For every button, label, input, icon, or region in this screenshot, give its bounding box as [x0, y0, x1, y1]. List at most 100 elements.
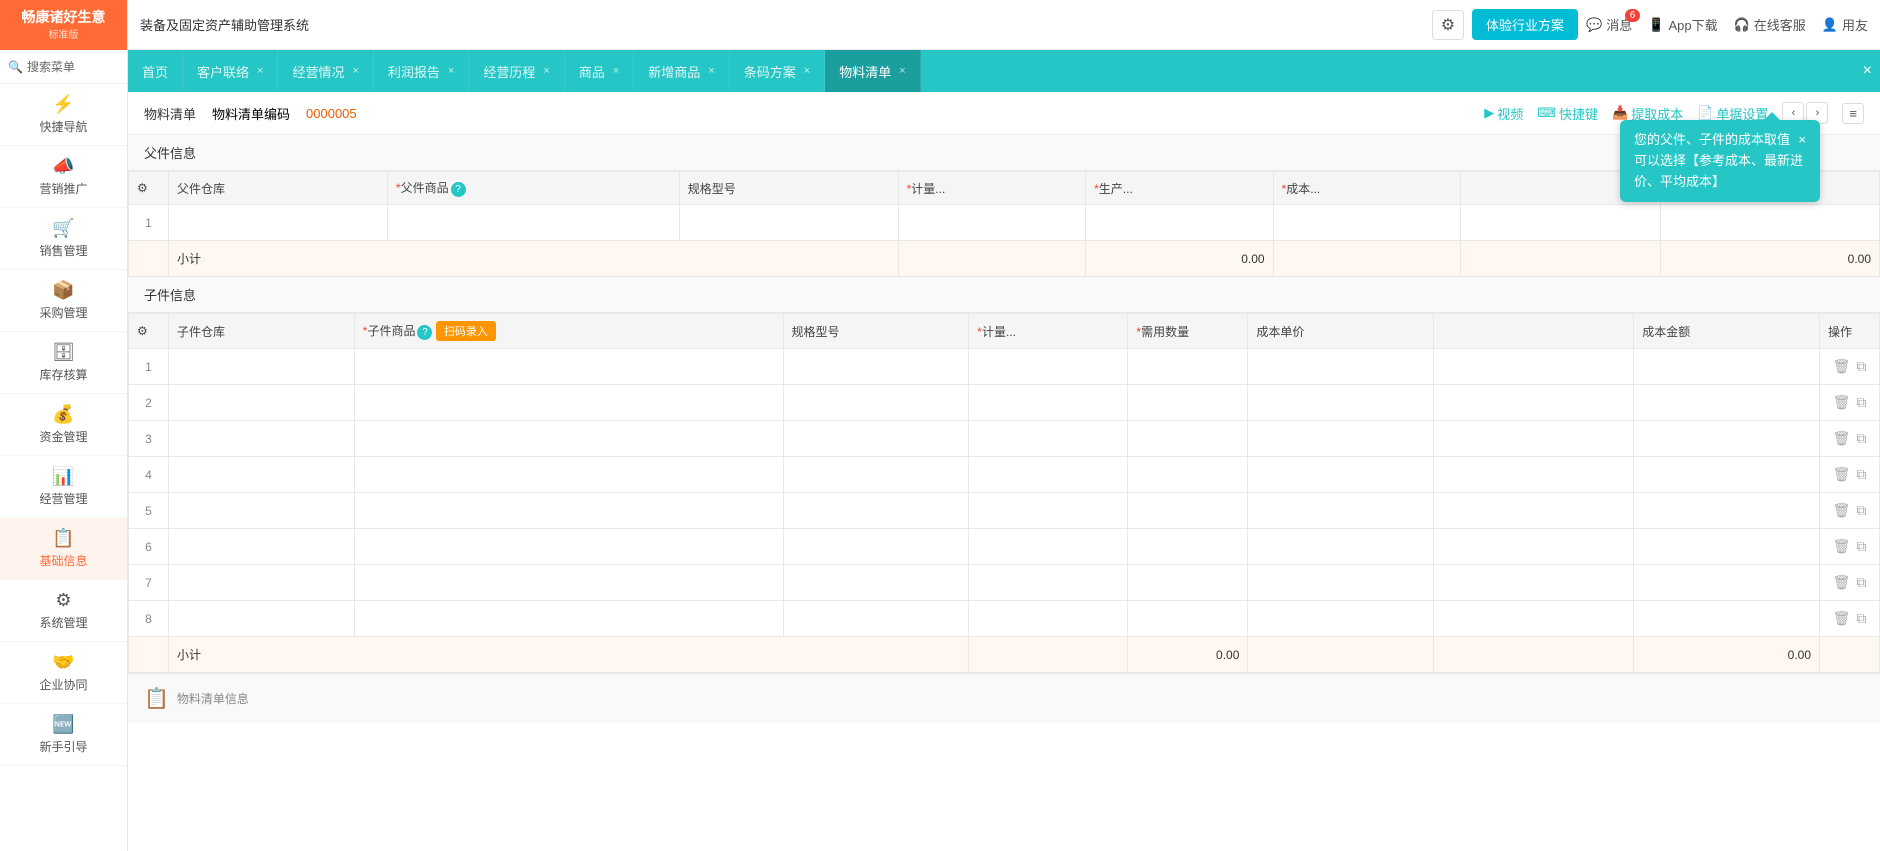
child-row-3-qty[interactable] — [1128, 421, 1248, 457]
child-row-7-warehouse[interactable] — [169, 565, 355, 601]
sidebar-item-enterprise[interactable]: 🤝 企业协同 — [0, 642, 127, 704]
view-action[interactable]: ▶ 视频 — [1484, 104, 1523, 123]
search-menu[interactable]: 🔍 搜索菜单 — [0, 50, 127, 84]
copy-icon-8[interactable]: ⧉ — [1856, 610, 1866, 627]
parent-col-settings[interactable]: ⚙ — [129, 172, 169, 205]
child-row-7-unit-cost[interactable] — [1248, 565, 1434, 601]
shortcut-action[interactable]: ⌨ 快捷键 — [1537, 104, 1598, 123]
child-row-7-unit[interactable] — [969, 565, 1128, 601]
sidebar-item-operations[interactable]: 📊 经营管理 — [0, 456, 127, 518]
child-row-4-warehouse[interactable] — [169, 457, 355, 493]
close-all-tabs-button[interactable]: × — [1855, 62, 1880, 80]
child-row-8-qty[interactable] — [1128, 601, 1248, 637]
child-col-settings[interactable]: ⚙ — [129, 314, 169, 349]
tab-history-close[interactable]: × — [543, 65, 549, 77]
sidebar-item-sales[interactable]: 🛒 销售管理 — [0, 208, 127, 270]
child-row-6-goods[interactable] — [354, 529, 783, 565]
list-view-button[interactable]: ≡ — [1842, 103, 1864, 124]
sidebar-item-system[interactable]: ⚙ 系统管理 — [0, 580, 127, 642]
tab-operations[interactable]: 经营情况 × — [278, 50, 373, 92]
scan-input-button[interactable]: 扫码录入 — [436, 321, 496, 341]
child-row-5-warehouse[interactable] — [169, 493, 355, 529]
copy-icon-6[interactable]: ⧉ — [1856, 538, 1866, 555]
sidebar-item-guide[interactable]: 🆕 新手引导 — [0, 704, 127, 766]
child-row-5-unit[interactable] — [969, 493, 1128, 529]
parent-goods-info-icon[interactable]: ? — [451, 182, 466, 197]
sidebar-item-inventory[interactable]: 🗄 库存核算 — [0, 332, 127, 394]
child-row-4-unit-cost[interactable] — [1248, 457, 1434, 493]
child-row-4-unit[interactable] — [969, 457, 1128, 493]
tab-profit-close[interactable]: × — [448, 65, 454, 77]
child-row-4-goods[interactable] — [354, 457, 783, 493]
copy-icon-5[interactable]: ⧉ — [1856, 502, 1866, 519]
child-row-7-qty[interactable] — [1128, 565, 1248, 601]
sidebar-item-purchase[interactable]: 📦 采购管理 — [0, 270, 127, 332]
child-row-8-spec[interactable] — [783, 601, 969, 637]
tab-goods[interactable]: 商品 × — [565, 50, 634, 92]
child-row-8-unit-cost[interactable] — [1248, 601, 1434, 637]
child-row-2-spec[interactable] — [783, 385, 969, 421]
child-row-3-unit-cost[interactable] — [1248, 421, 1434, 457]
tab-new-goods[interactable]: 新增商品 × — [634, 50, 729, 92]
child-row-5-spec[interactable] — [783, 493, 969, 529]
online-service-action[interactable]: 🎧 在线客服 — [1734, 15, 1806, 34]
parent-row-1-spec[interactable] — [679, 205, 898, 241]
parent-row-1-unit[interactable] — [898, 205, 1085, 241]
sidebar-item-quick-nav[interactable]: ⚡ 快捷导航 — [0, 84, 127, 146]
tab-barcode-close[interactable]: × — [804, 65, 810, 77]
message-action[interactable]: 💬 消息 6 — [1586, 15, 1632, 34]
child-row-2-warehouse[interactable] — [169, 385, 355, 421]
tab-bom[interactable]: 物料清单 × — [825, 50, 920, 92]
delete-icon-4[interactable]: 🗑 — [1833, 466, 1851, 483]
sidebar-item-finance[interactable]: 💰 资金管理 — [0, 394, 127, 456]
child-row-5-unit-cost[interactable] — [1248, 493, 1434, 529]
tab-home[interactable]: 首页 — [128, 50, 183, 92]
delete-icon-7[interactable]: 🗑 — [1833, 574, 1851, 591]
copy-icon-4[interactable]: ⧉ — [1856, 466, 1866, 483]
child-row-2-qty[interactable] — [1128, 385, 1248, 421]
tab-profit[interactable]: 利润报告 × — [374, 50, 469, 92]
child-row-4-qty[interactable] — [1128, 457, 1248, 493]
child-row-1-qty[interactable] — [1128, 349, 1248, 385]
child-row-8-unit[interactable] — [969, 601, 1128, 637]
parent-row-1-production[interactable] — [1086, 205, 1273, 241]
delete-icon-5[interactable]: 🗑 — [1833, 502, 1851, 519]
copy-icon-1[interactable]: ⧉ — [1856, 358, 1866, 375]
tab-customer[interactable]: 客户联络 × — [183, 50, 278, 92]
child-row-1-warehouse[interactable] — [169, 349, 355, 385]
copy-icon-3[interactable]: ⧉ — [1856, 430, 1866, 447]
child-row-8-goods[interactable] — [354, 601, 783, 637]
tab-operations-close[interactable]: × — [352, 65, 358, 77]
tooltip-close-button[interactable]: × — [1798, 130, 1806, 151]
child-row-6-unit-cost[interactable] — [1248, 529, 1434, 565]
child-row-2-unit[interactable] — [969, 385, 1128, 421]
child-row-2-unit-cost[interactable] — [1248, 385, 1434, 421]
child-row-1-spec[interactable] — [783, 349, 969, 385]
child-row-7-goods[interactable] — [354, 565, 783, 601]
delete-icon-6[interactable]: 🗑 — [1833, 538, 1851, 555]
child-row-3-unit[interactable] — [969, 421, 1128, 457]
parent-row-1-cost[interactable] — [1273, 205, 1460, 241]
parent-row-1-goods[interactable] — [387, 205, 679, 241]
delete-icon-3[interactable]: 🗑 — [1833, 430, 1851, 447]
tab-barcode[interactable]: 条码方案 × — [730, 50, 825, 92]
sidebar-item-marketing[interactable]: 📣 营销推广 — [0, 146, 127, 208]
copy-icon-2[interactable]: ⧉ — [1856, 394, 1866, 411]
sidebar-item-basic-info[interactable]: 📋 基础信息 — [0, 518, 127, 580]
copy-icon-7[interactable]: ⧉ — [1856, 574, 1866, 591]
child-row-1-goods[interactable] — [354, 349, 783, 385]
delete-icon-1[interactable]: 🗑 — [1833, 358, 1851, 375]
child-row-3-goods[interactable] — [354, 421, 783, 457]
tab-new-goods-close[interactable]: × — [708, 65, 714, 77]
child-row-7-spec[interactable] — [783, 565, 969, 601]
child-row-2-goods[interactable] — [354, 385, 783, 421]
child-row-1-unit[interactable] — [969, 349, 1128, 385]
user-action[interactable]: 👤 用友 — [1822, 15, 1868, 34]
child-row-6-qty[interactable] — [1128, 529, 1248, 565]
tab-goods-close[interactable]: × — [613, 65, 619, 77]
child-row-4-spec[interactable] — [783, 457, 969, 493]
tab-bom-close[interactable]: × — [899, 65, 905, 77]
child-row-6-spec[interactable] — [783, 529, 969, 565]
child-row-5-qty[interactable] — [1128, 493, 1248, 529]
delete-icon-2[interactable]: 🗑 — [1833, 394, 1851, 411]
